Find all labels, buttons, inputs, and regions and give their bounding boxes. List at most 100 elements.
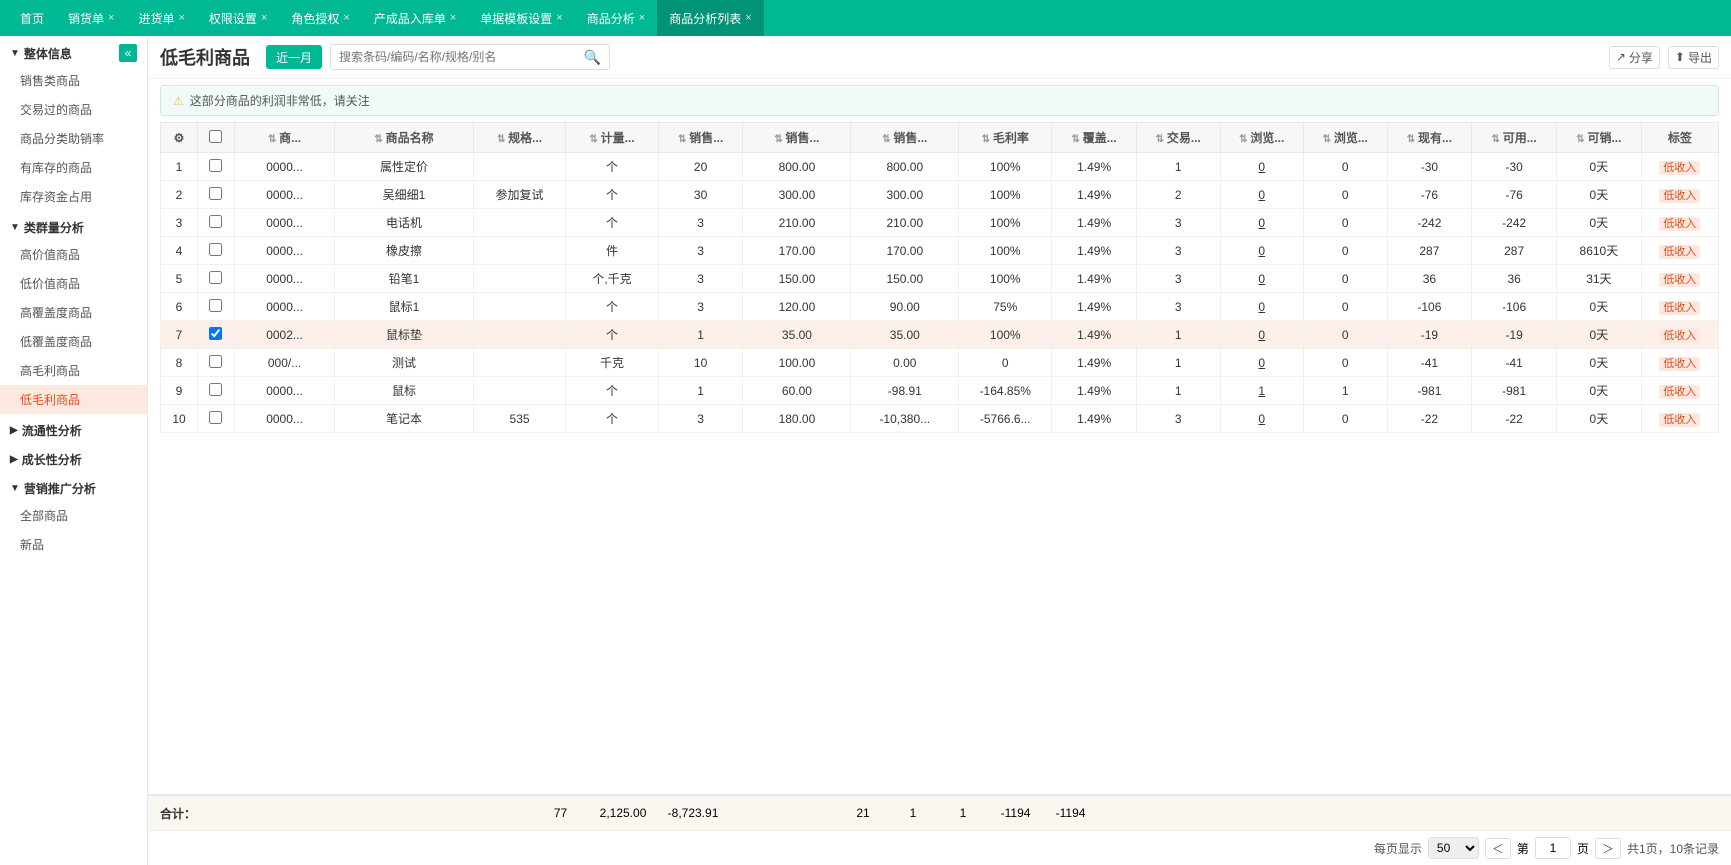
th-code[interactable]: 商... (234, 123, 334, 153)
nav-close-icon[interactable]: × (450, 12, 456, 24)
sidebar-item-low-coverage[interactable]: 低覆盖度商品 (0, 327, 147, 356)
sidebar-group-marketing[interactable]: ▼ 营销推广分析 (0, 472, 147, 501)
row-checkbox[interactable] (197, 321, 234, 349)
sidebar-item-low-margin[interactable]: 低毛利商品 (0, 385, 147, 414)
th-trade[interactable]: 交易... (1137, 123, 1221, 153)
th-coverage[interactable]: 覆盖... (1052, 123, 1137, 153)
row-browse1[interactable]: 0 (1220, 181, 1304, 209)
th-sale-qty[interactable]: 销售... (658, 123, 743, 153)
row-checkbox[interactable] (197, 209, 234, 237)
nav-product-analysis-list[interactable]: 商品分析列表 × (657, 0, 763, 36)
next-page-button[interactable]: ＞ (1595, 838, 1621, 859)
sidebar-item-sales-products[interactable]: 销售类商品 (0, 66, 147, 95)
nav-close-icon[interactable]: × (108, 12, 114, 24)
nav-permissions[interactable]: 权限设置 × (197, 0, 279, 36)
row-select-checkbox[interactable] (209, 383, 222, 396)
nav-product-analysis[interactable]: 商品分析 × (575, 0, 657, 36)
sidebar-item-inventory-capital[interactable]: 库存资金占用 (0, 182, 147, 211)
th-sale-profit[interactable]: 销售... (851, 123, 959, 153)
nav-product-inbound[interactable]: 产成品入库单 × (362, 0, 468, 36)
chevron-right-icon: ▶ (10, 425, 18, 436)
row-name: 电话机 (335, 209, 474, 237)
row-select-checkbox[interactable] (209, 243, 222, 256)
row-checkbox[interactable] (197, 349, 234, 377)
sidebar-item-low-value[interactable]: 低价值商品 (0, 269, 147, 298)
nav-sales-order[interactable]: 销货单 × (56, 0, 126, 36)
nav-home[interactable]: 首页 (8, 0, 56, 36)
row-select-checkbox[interactable] (209, 411, 222, 424)
sidebar-item-all-products[interactable]: 全部商品 (0, 501, 147, 530)
sidebar-item-high-coverage[interactable]: 高覆盖度商品 (0, 298, 147, 327)
select-all-checkbox[interactable] (209, 130, 222, 143)
nav-role-auth[interactable]: 角色授权 × (279, 0, 361, 36)
sidebar-item-high-margin[interactable]: 高毛利商品 (0, 356, 147, 385)
sidebar-item-high-value[interactable]: 高价值商品 (0, 240, 147, 269)
row-select-checkbox[interactable] (209, 327, 222, 340)
th-browse2[interactable]: 浏览... (1304, 123, 1388, 153)
row-browse1[interactable]: 1 (1220, 377, 1304, 405)
filter-button[interactable]: 近一月 (266, 45, 322, 69)
sidebar-item-new-products[interactable]: 新品 (0, 530, 147, 559)
sidebar-collapse-btn[interactable]: « (119, 44, 137, 62)
row-checkbox[interactable] (197, 181, 234, 209)
per-page-select[interactable]: 50 100 200 (1428, 837, 1479, 859)
page-number-input[interactable] (1535, 837, 1571, 859)
th-available[interactable]: 可用... (1472, 123, 1557, 153)
row-num: 2 (161, 181, 198, 209)
row-checkbox[interactable] (197, 377, 234, 405)
row-select-checkbox[interactable] (209, 299, 222, 312)
row-browse1[interactable]: 0 (1220, 293, 1304, 321)
th-name[interactable]: 商品名称 (335, 123, 474, 153)
pagination-bar: 每页显示 50 100 200 ＜ 第 页 ＞ 共1页，10条记录 (148, 830, 1731, 865)
nav-close-icon[interactable]: × (343, 12, 349, 24)
row-browse1[interactable]: 0 (1220, 405, 1304, 433)
th-spec[interactable]: 规格... (473, 123, 565, 153)
sidebar-group-circulation[interactable]: ▶ 流通性分析 (0, 414, 147, 443)
nav-close-icon[interactable]: × (178, 12, 184, 24)
th-unit[interactable]: 计量... (566, 123, 658, 153)
th-margin[interactable]: 毛利率 (959, 123, 1052, 153)
row-sale-qty: 3 (658, 293, 743, 321)
nav-close-icon[interactable]: × (261, 12, 267, 24)
row-browse1[interactable]: 0 (1220, 153, 1304, 181)
nav-close-icon[interactable]: × (639, 12, 645, 24)
row-select-checkbox[interactable] (209, 215, 222, 228)
row-browse1[interactable]: 0 (1220, 237, 1304, 265)
th-settings[interactable]: ⚙ (161, 123, 198, 153)
export-button[interactable]: ⬆ 导出 (1668, 46, 1719, 69)
row-browse1[interactable]: 0 (1220, 265, 1304, 293)
th-browse1[interactable]: 浏览... (1220, 123, 1304, 153)
th-saleable[interactable]: 可销... (1557, 123, 1642, 153)
sidebar-item-in-stock[interactable]: 有库存的商品 (0, 153, 147, 182)
share-button[interactable]: ↗ 分享 (1609, 46, 1660, 69)
sidebar-group-growth[interactable]: ▶ 成长性分析 (0, 443, 147, 472)
row-checkbox[interactable] (197, 265, 234, 293)
nav-close-icon[interactable]: × (745, 12, 751, 24)
prev-page-button[interactable]: ＜ (1485, 838, 1511, 859)
row-checkbox[interactable] (197, 293, 234, 321)
th-sale-amount[interactable]: 销售... (743, 123, 851, 153)
sidebar-item-category-rate[interactable]: 商品分类助销率 (0, 124, 147, 153)
nav-template-settings[interactable]: 单据模板设置 × (468, 0, 574, 36)
row-checkbox[interactable] (197, 153, 234, 181)
row-select-checkbox[interactable] (209, 187, 222, 200)
search-input[interactable] (339, 50, 584, 64)
row-browse1[interactable]: 0 (1220, 209, 1304, 237)
row-select-checkbox[interactable] (209, 355, 222, 368)
row-saleable: 0天 (1557, 405, 1642, 433)
row-browse1[interactable]: 0 (1220, 349, 1304, 377)
sidebar-group-cluster[interactable]: ▼ 类群量分析 (0, 211, 147, 240)
row-checkbox[interactable] (197, 405, 234, 433)
nav-purchase-order[interactable]: 进货单 × (126, 0, 196, 36)
sidebar-group-overall[interactable]: ▼ 整体信息 « (0, 36, 147, 66)
row-code: 0000... (234, 181, 334, 209)
settings-icon[interactable]: ⚙ (174, 131, 185, 145)
row-select-checkbox[interactable] (209, 271, 222, 284)
row-browse1[interactable]: 0 (1220, 321, 1304, 349)
nav-close-icon[interactable]: × (556, 12, 562, 24)
th-current[interactable]: 现有... (1387, 123, 1472, 153)
sidebar-item-traded-products[interactable]: 交易过的商品 (0, 95, 147, 124)
search-icon[interactable]: 🔍 (584, 49, 601, 66)
row-checkbox[interactable] (197, 237, 234, 265)
row-select-checkbox[interactable] (209, 159, 222, 172)
